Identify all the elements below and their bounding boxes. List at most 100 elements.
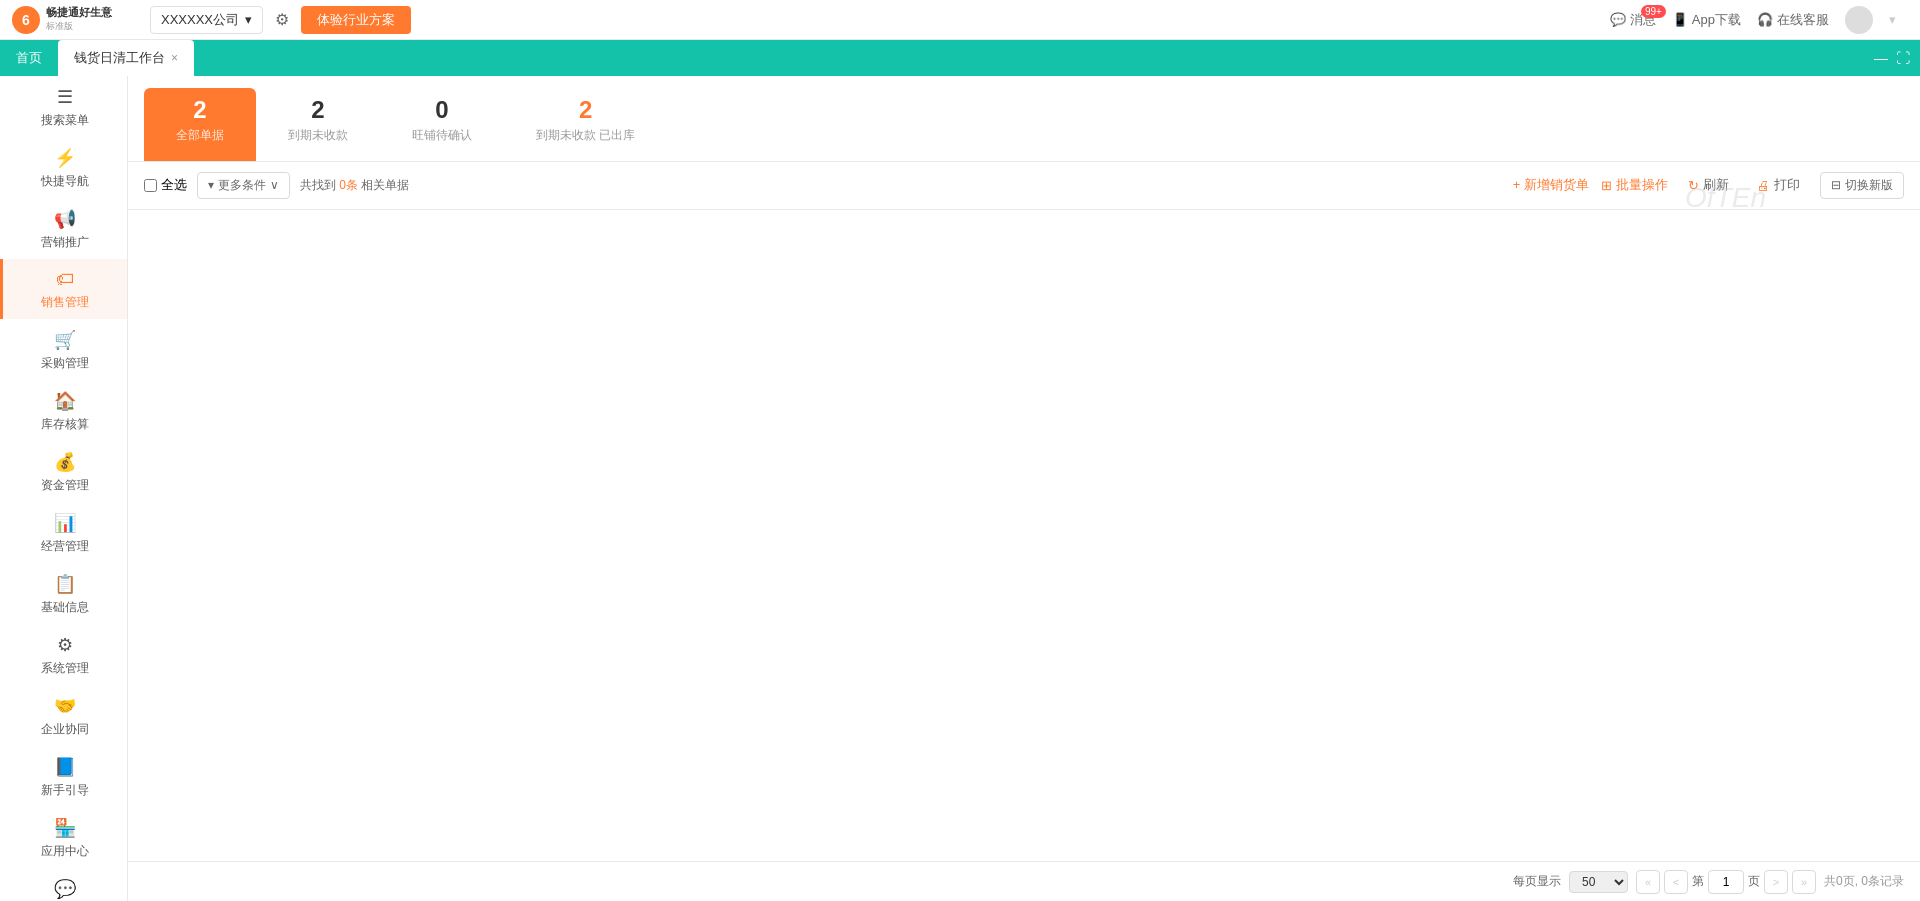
sidebar-app-center-label: 应用中心: [41, 843, 89, 860]
toolbar-left: 全选 ▾ 更多条件 ∨ 共找到 0条 相关单据: [144, 172, 1501, 199]
quick-nav-icon: ⚡: [54, 147, 76, 169]
select-all-checkbox[interactable]: 全选: [144, 176, 187, 194]
sidebar-item-basic-info[interactable]: 📋 基础信息: [0, 563, 127, 624]
page-suffix: 页: [1748, 873, 1760, 890]
sidebar-item-search[interactable]: ☰ 搜索菜单: [0, 76, 127, 137]
app-download-btn[interactable]: 📱 App下载: [1672, 11, 1741, 29]
stat-card-all[interactable]: 2 全部单据: [144, 88, 256, 161]
sidebar-item-finance[interactable]: 💰 资金管理: [0, 441, 127, 502]
toolbar: 全选 ▾ 更多条件 ∨ 共找到 0条 相关单据 + 新增销货单 ⊞: [128, 162, 1920, 210]
sidebar-enterprise-label: 企业协同: [41, 721, 89, 738]
app-center-icon: 🏪: [54, 817, 76, 839]
found-suffix: 相关单据: [361, 178, 409, 192]
batch-ops-btn[interactable]: ⊞ 批量操作: [1601, 176, 1668, 194]
checkbox-input[interactable]: [144, 179, 157, 192]
online-service-icon: 🎧: [1757, 12, 1773, 27]
user-name[interactable]: ▾: [1889, 12, 1896, 27]
found-count: 0条: [339, 178, 358, 192]
sidebar-item-sales[interactable]: 🏷 销售管理: [0, 259, 127, 319]
settings-icon[interactable]: ⚙: [275, 10, 289, 29]
filter-dropdown-icon: ∨: [270, 178, 279, 192]
next-page-btn[interactable]: >: [1764, 870, 1788, 894]
new-btn-label: + 新增销货单: [1513, 176, 1589, 194]
batch-icon: ⊞: [1601, 178, 1612, 193]
logo-icon: 6: [12, 6, 40, 34]
stat-number-shipped: 2: [579, 96, 592, 125]
stat-card-overdue[interactable]: 2 到期未收款: [256, 88, 380, 161]
page-input[interactable]: [1708, 870, 1744, 894]
stat-card-wangpu[interactable]: 0 旺铺待确认: [380, 88, 504, 161]
last-page-btn[interactable]: »: [1792, 870, 1816, 894]
print-btn[interactable]: 🖨 打印: [1749, 172, 1808, 198]
online-service-label: 在线客服: [1777, 11, 1829, 29]
header-middle: XXXXXX公司 ▾ ⚙ 体验行业方案: [140, 6, 1610, 34]
tab-active[interactable]: 钱货日清工作台 ×: [58, 40, 194, 76]
tab-maximize-icon[interactable]: ⛶: [1896, 50, 1910, 66]
found-text: 共找到 0条 相关单据: [300, 177, 409, 194]
tab-home-label: 首页: [16, 49, 42, 67]
sidebar-item-quick-nav[interactable]: ⚡ 快捷导航: [0, 137, 127, 198]
sidebar-item-system[interactable]: ⚙ 系统管理: [0, 624, 127, 685]
tab-minimize-icon[interactable]: —: [1874, 50, 1888, 66]
stat-card-shipped[interactable]: 2 到期未收款 已出库: [504, 88, 667, 161]
stat-label-shipped: 到期未收款 已出库: [536, 127, 635, 144]
sidebar-item-inventory[interactable]: 🏠 库存核算: [0, 380, 127, 441]
per-page-select[interactable]: 50 100 200: [1569, 871, 1628, 893]
sidebar-inventory-label: 库存核算: [41, 416, 89, 433]
sidebar-item-enterprise[interactable]: 🤝 企业协同: [0, 685, 127, 746]
sidebar-item-wechat[interactable]: 💬 企业微信: [0, 868, 127, 901]
print-label: 打印: [1774, 176, 1800, 194]
sidebar: ☰ 搜索菜单 ⚡ 快捷导航 📢 营销推广 🏷 销售管理 🛒 采购管理 🏠 库存核…: [0, 76, 128, 901]
prev-page-btn[interactable]: <: [1664, 870, 1688, 894]
message-icon: 💬: [1610, 12, 1626, 27]
logo-text-sub: 标准版: [46, 20, 112, 33]
sidebar-item-guide[interactable]: 📘 新手引导: [0, 746, 127, 807]
sidebar-finance-label: 资金管理: [41, 477, 89, 494]
switch-new-version-btn[interactable]: ⊟ 切换新版: [1820, 172, 1904, 199]
refresh-btn[interactable]: ↻ 刷新: [1680, 172, 1737, 198]
first-page-btn[interactable]: «: [1636, 870, 1660, 894]
online-service-btn[interactable]: 🎧 在线客服: [1757, 11, 1829, 29]
operations-icon: 📊: [54, 512, 76, 534]
stat-number-wangpu: 0: [435, 96, 448, 125]
filter-btn[interactable]: ▾ 更多条件 ∨: [197, 172, 290, 199]
main-layout: ☰ 搜索菜单 ⚡ 快捷导航 📢 营销推广 🏷 销售管理 🛒 采购管理 🏠 库存核…: [0, 76, 1920, 901]
sidebar-system-label: 系统管理: [41, 660, 89, 677]
tab-bar-right: — ⛶: [1874, 50, 1920, 66]
stat-label-all: 全部单据: [176, 127, 224, 144]
top-header: 6 畅捷通好生意 标准版 XXXXXX公司 ▾ ⚙ 体验行业方案 💬 消息 99…: [0, 0, 1920, 40]
sales-icon: 🏷: [56, 269, 74, 290]
new-sales-order-btn[interactable]: + 新增销货单: [1513, 176, 1589, 194]
toolbar-right: + 新增销货单 ⊞ 批量操作 ↻ 刷新 🖨 打印 ⊟ 切换新版: [1513, 172, 1904, 199]
sidebar-operations-label: 经营管理: [41, 538, 89, 555]
logo-text-main: 畅捷通好生意: [46, 6, 112, 19]
sidebar-sales-label: 销售管理: [41, 294, 89, 311]
company-selector[interactable]: XXXXXX公司 ▾: [150, 6, 263, 34]
table-area: [128, 210, 1920, 861]
enterprise-icon: 🤝: [54, 695, 76, 717]
page-prefix: 第: [1692, 873, 1704, 890]
avatar[interactable]: [1845, 6, 1873, 34]
logo-text: 畅捷通好生意 标准版: [46, 6, 112, 32]
page-nav: « < 第 页 > »: [1636, 870, 1816, 894]
sidebar-item-operations[interactable]: 📊 经营管理: [0, 502, 127, 563]
sidebar-item-app-center[interactable]: 🏪 应用中心: [0, 807, 127, 868]
filter-label: 更多条件: [218, 177, 266, 194]
stats-row: 2 全部单据 2 到期未收款 0 旺铺待确认 2 到期未收款 已出库: [128, 76, 1920, 162]
sidebar-item-purchase[interactable]: 🛒 采购管理: [0, 319, 127, 380]
content-area: 2 全部单据 2 到期未收款 0 旺铺待确认 2 到期未收款 已出库 全选: [128, 76, 1920, 901]
print-icon: 🖨: [1757, 178, 1770, 193]
sidebar-item-marketing[interactable]: 📢 营销推广: [0, 198, 127, 259]
stat-label-overdue: 到期未收款: [288, 127, 348, 144]
tab-home[interactable]: 首页: [0, 40, 58, 76]
tab-close-icon[interactable]: ×: [171, 51, 178, 65]
experience-btn[interactable]: 体验行业方案: [301, 6, 411, 34]
tab-active-label: 钱货日清工作台: [74, 49, 165, 67]
basic-info-icon: 📋: [54, 573, 76, 595]
sidebar-search-label: 搜索菜单: [41, 112, 89, 129]
app-download-label: App下载: [1692, 11, 1741, 29]
message-btn[interactable]: 💬 消息 99+: [1610, 11, 1656, 29]
select-all-label: 全选: [161, 176, 187, 194]
pagination: 每页显示 50 100 200 « < 第 页 > » 共0页, 0条记录: [128, 861, 1920, 901]
filter-icon: ▾: [208, 178, 214, 192]
